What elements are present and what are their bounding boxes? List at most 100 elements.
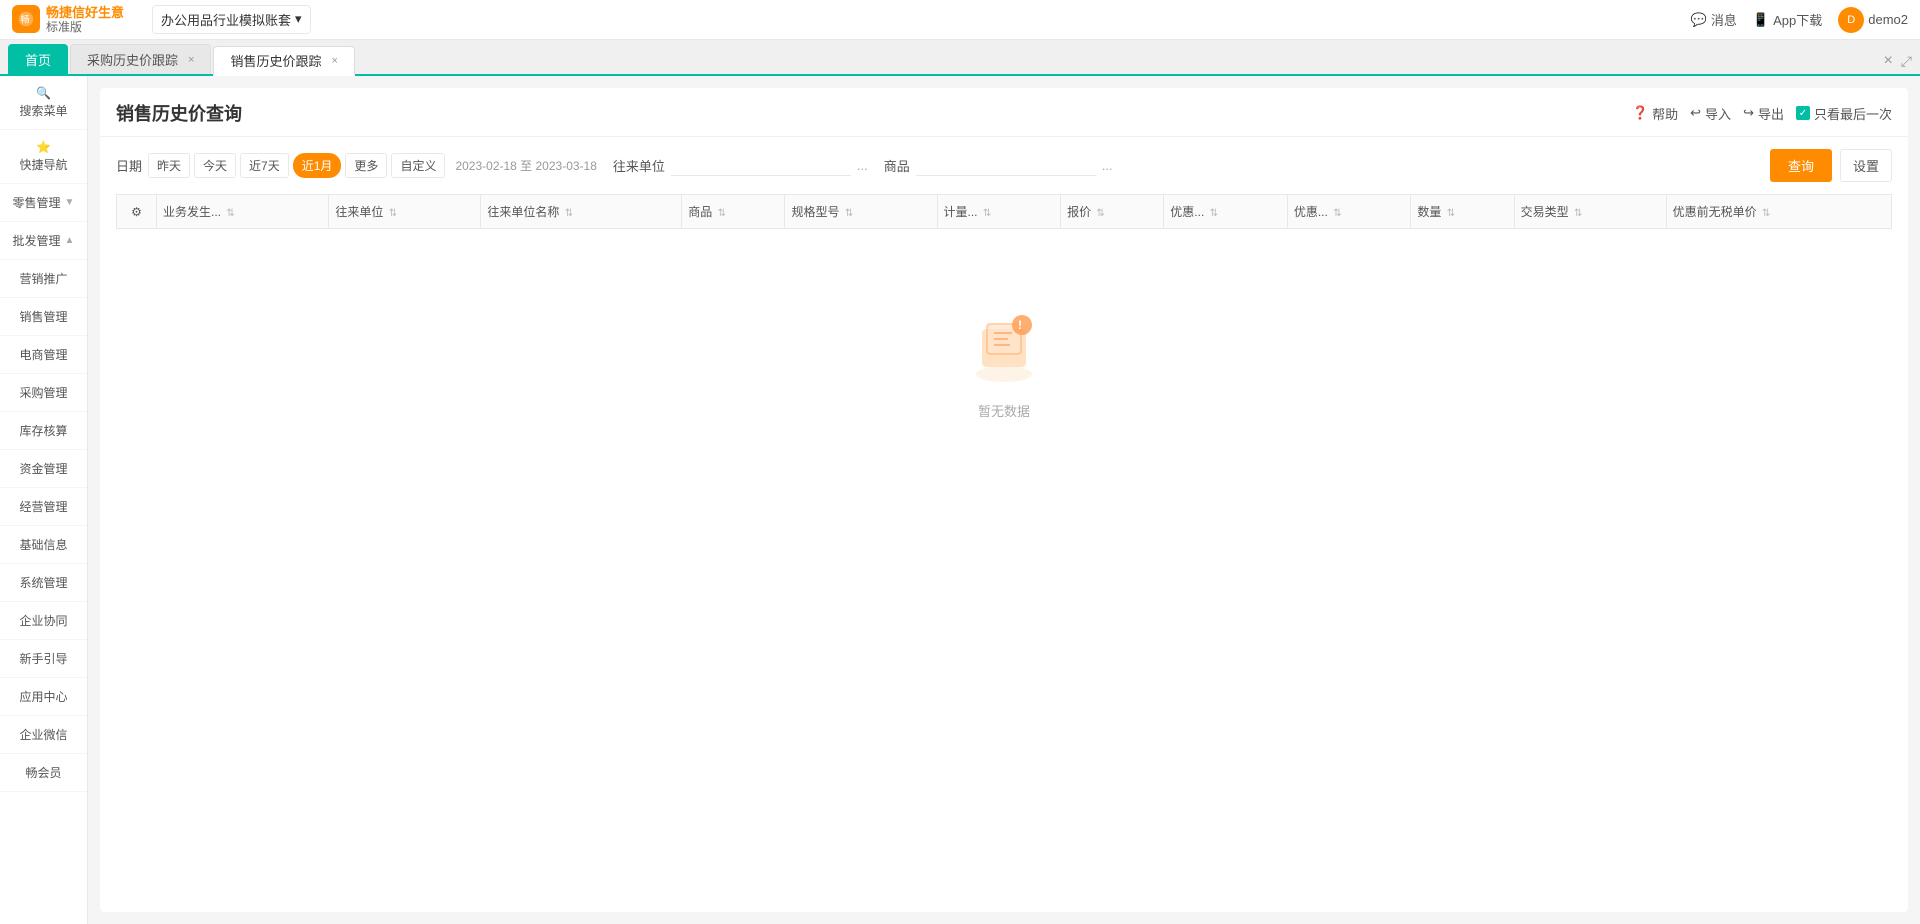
gear-icon: ⚙ (131, 205, 142, 219)
user-menu[interactable]: D demo2 (1838, 7, 1908, 33)
sort-icon: ⇅ (1210, 208, 1218, 219)
date-buttons: 昨天 今天 近7天 近1月 更多 自定义 (148, 153, 445, 178)
empty-text: 暂无数据 (978, 401, 1030, 420)
sidebar-item-sales-mgmt[interactable]: 销售管理 (0, 298, 87, 336)
tab-sales[interactable]: 销售历史价跟踪 × (213, 46, 354, 76)
page-actions: ❓ 帮助 ↩ 导入 ↪ 导出 只看最后一次 (1632, 104, 1892, 123)
page-title: 销售历史价查询 (116, 100, 242, 126)
sidebar-item-system[interactable]: 系统管理 (0, 564, 87, 602)
export-button[interactable]: ↪ 导出 (1743, 104, 1784, 123)
window-close-button[interactable]: × (1883, 52, 1892, 70)
app-download-button[interactable]: 📱 App下载 (1753, 10, 1822, 29)
table-container: ⚙ 业务发生... ⇅ 往来单位 ⇅ 往来单位名称 (100, 194, 1908, 912)
th-partner-name[interactable]: 往来单位名称 ⇅ (481, 195, 682, 229)
message-button[interactable]: 💬 消息 (1691, 10, 1737, 29)
th-discount1[interactable]: 优惠... ⇅ (1164, 195, 1288, 229)
goods-input[interactable] (916, 156, 1096, 176)
query-button[interactable]: 查询 (1770, 149, 1832, 182)
filter-bar: 日期 昨天 今天 近7天 近1月 更多 自定义 2023-02-18 至 202… (100, 137, 1908, 194)
sidebar-item-apps[interactable]: 应用中心 (0, 678, 87, 716)
sidebar-item-shortcut[interactable]: ⭐ 快捷导航 (0, 130, 87, 184)
data-table: ⚙ 业务发生... ⇅ 往来单位 ⇅ 往来单位名称 (116, 194, 1892, 229)
page-header: 销售历史价查询 ❓ 帮助 ↩ 导入 ↪ 导出 (100, 88, 1908, 137)
th-biz-date[interactable]: 业务发生... ⇅ (157, 195, 329, 229)
sidebar-item-wholesale[interactable]: 批发管理 ▲ (0, 222, 87, 260)
date-label: 日期 (116, 156, 142, 175)
partner-input[interactable] (671, 156, 851, 176)
sidebar-item-search[interactable]: 🔍 搜索菜单 (0, 76, 87, 130)
sidebar-item-guide[interactable]: 新手引导 (0, 640, 87, 678)
sidebar-item-finance[interactable]: 资金管理 (0, 450, 87, 488)
empty-state: ! 暂无数据 (116, 229, 1892, 500)
header-right: 💬 消息 📱 App下载 D demo2 (1691, 7, 1908, 33)
tab-purchase-close[interactable]: × (188, 54, 194, 66)
sidebar-item-marketing[interactable]: 营销推广 (0, 260, 87, 298)
tab-purchase[interactable]: 采购历史价跟踪 × (70, 44, 211, 74)
th-quote[interactable]: 报价 ⇅ (1061, 195, 1164, 229)
expand-icon: ▼ (65, 197, 75, 208)
date-filter-group: 日期 昨天 今天 近7天 近1月 更多 自定义 2023-02-18 至 202… (116, 153, 597, 178)
help-button[interactable]: ❓ 帮助 (1632, 104, 1678, 123)
sidebar: 🔍 搜索菜单 ⭐ 快捷导航 零售管理 ▼ 批发管理 ▲ 营销推广 销售管理 电商… (0, 76, 88, 924)
sidebar-item-ecommerce[interactable]: 电商管理 (0, 336, 87, 374)
th-spec[interactable]: 规格型号 ⇅ (785, 195, 937, 229)
sidebar-item-inventory[interactable]: 库存核算 (0, 412, 87, 450)
sidebar-item-purchase[interactable]: 采购管理 (0, 374, 87, 412)
th-goods[interactable]: 商品 ⇅ (682, 195, 785, 229)
header-left: 畅 畅捷信好生意 标准版 办公用品行业模拟账套 ▾ (12, 5, 311, 35)
content-area: 销售历史价查询 ❓ 帮助 ↩ 导入 ↪ 导出 (88, 76, 1920, 924)
th-partner-code[interactable]: 往来单位 ⇅ (329, 195, 481, 229)
message-icon: 💬 (1691, 12, 1707, 28)
app-icon: 📱 (1753, 12, 1769, 28)
shortcut-icon: ⭐ (36, 140, 51, 154)
sidebar-item-basic[interactable]: 基础信息 (0, 526, 87, 564)
partner-dots: ... (857, 158, 868, 173)
th-trade-type[interactable]: 交易类型 ⇅ (1514, 195, 1666, 229)
th-pretax-price[interactable]: 优惠前无税单价 ⇅ (1666, 195, 1891, 229)
sort-icon: ⇅ (845, 208, 853, 219)
filter-actions: 查询 设置 (1770, 149, 1892, 182)
date-1month[interactable]: 近1月 (293, 153, 342, 178)
only-last-toggle[interactable]: 只看最后一次 (1796, 104, 1892, 123)
date-custom[interactable]: 自定义 (391, 153, 445, 178)
sort-icon: ⇅ (1333, 208, 1341, 219)
date-yesterday[interactable]: 昨天 (148, 153, 190, 178)
th-unit[interactable]: 计量... ⇅ (937, 195, 1061, 229)
sort-icon: ⇅ (718, 208, 726, 219)
import-button[interactable]: ↩ 导入 (1690, 104, 1731, 123)
th-discount2[interactable]: 优惠... ⇅ (1287, 195, 1411, 229)
goods-dots: ... (1102, 158, 1113, 173)
tab-home-label: 首页 (25, 50, 51, 69)
tab-sales-label: 销售历史价跟踪 (230, 51, 321, 70)
date-7days[interactable]: 近7天 (240, 153, 289, 178)
sort-icon: ⇅ (1574, 208, 1582, 219)
settings-button[interactable]: 设置 (1840, 149, 1892, 182)
partner-label: 往来单位 (613, 156, 665, 175)
brand-logo: 畅 畅捷信好生意 标准版 (12, 5, 124, 35)
th-settings[interactable]: ⚙ (117, 195, 157, 229)
date-more[interactable]: 更多 (345, 153, 387, 178)
sort-icon: ⇅ (1447, 208, 1455, 219)
brand-text: 畅捷信好生意 标准版 (46, 5, 124, 35)
sidebar-item-wechat[interactable]: 企业微信 (0, 716, 87, 754)
sidebar-item-corp[interactable]: 企业协同 (0, 602, 87, 640)
company-selector[interactable]: 办公用品行业模拟账套 ▾ (152, 5, 311, 34)
top-header: 畅 畅捷信好生意 标准版 办公用品行业模拟账套 ▾ 💬 消息 📱 App下载 D… (0, 0, 1920, 40)
sort-icon: ⇅ (389, 208, 397, 219)
goods-filter: 商品 ... (884, 156, 1113, 176)
tab-sales-close[interactable]: × (331, 55, 337, 67)
window-maximize-button[interactable]: ⤢ (1901, 53, 1912, 70)
tab-home[interactable]: 首页 (8, 44, 68, 74)
sidebar-item-operations[interactable]: 经营管理 (0, 488, 87, 526)
date-range: 2023-02-18 至 2023-03-18 (455, 157, 596, 174)
date-today[interactable]: 今天 (194, 153, 236, 178)
sidebar-item-retail[interactable]: 零售管理 ▼ (0, 184, 87, 222)
sort-icon: ⇅ (565, 208, 573, 219)
sidebar-item-member[interactable]: 畅会员 (0, 754, 87, 792)
th-qty[interactable]: 数量 ⇅ (1411, 195, 1514, 229)
partner-filter: 往来单位 ... (613, 156, 868, 176)
page-card: 销售历史价查询 ❓ 帮助 ↩ 导入 ↪ 导出 (100, 88, 1908, 912)
goods-label: 商品 (884, 156, 910, 175)
sort-icon: ⇅ (983, 208, 991, 219)
expand-icon: ▲ (65, 235, 75, 246)
